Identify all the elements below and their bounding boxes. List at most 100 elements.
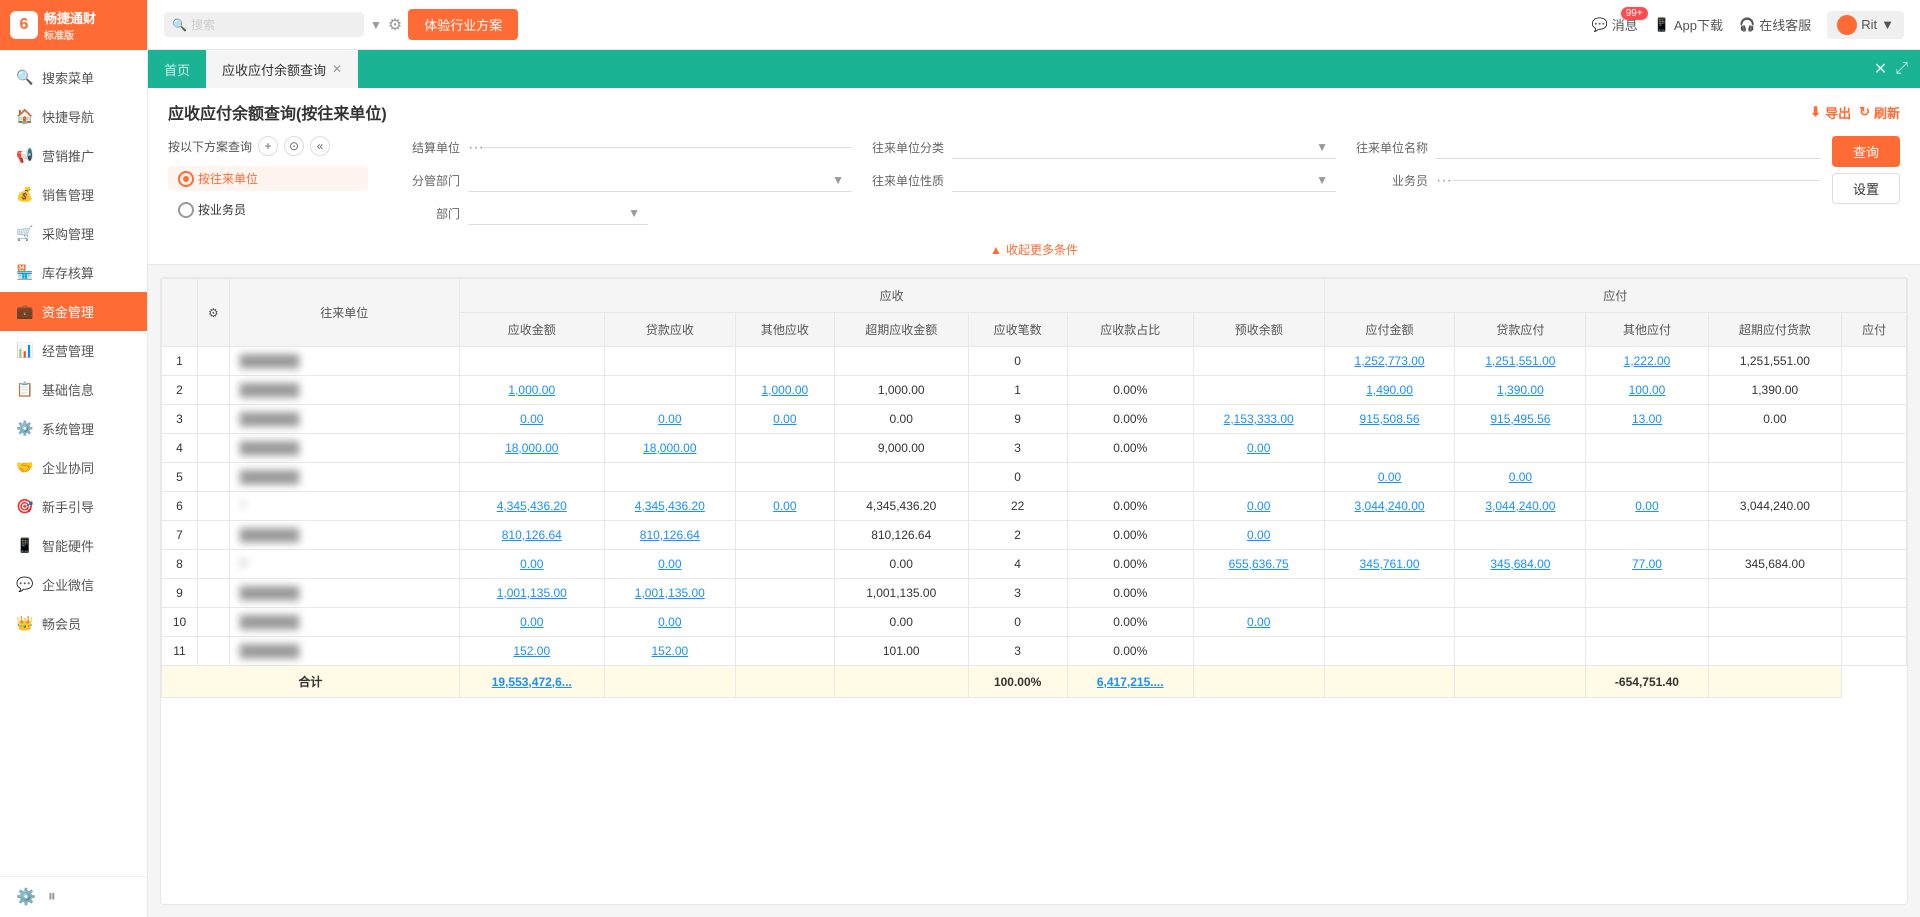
export-btn[interactable]: ⬇ 导出 <box>1810 103 1851 122</box>
sidebar-item-finance[interactable]: 💼 资金管理 <box>0 292 147 331</box>
row-settings <box>198 376 230 405</box>
row-settings <box>198 521 230 550</box>
unit-name-input[interactable] <box>1436 136 1820 159</box>
table-row: 7███████810,126.64810,126.64810,126.6420… <box>162 521 1907 550</box>
table-row: 4███████18,000.0018,000.009,000.0030.00%… <box>162 434 1907 463</box>
unit-category-select[interactable]: ▼ <box>952 136 1336 159</box>
table-row: 2███████1,000.001,000.001,000.0010.00%1,… <box>162 376 1907 405</box>
wechat-icon: 💬 <box>16 576 34 594</box>
radio-unit-icon <box>178 171 194 187</box>
filter-by-unit[interactable]: 按往来单位 <box>168 166 368 191</box>
hardware-icon: 📱 <box>16 537 34 555</box>
table-row: 8P0.000.000.0040.00%655,636.75345,761.00… <box>162 550 1907 579</box>
th-pay-loan: 贷款应付 <box>1455 313 1586 347</box>
collapse-more-btn[interactable]: ▲ 收起更多条件 <box>168 235 1900 264</box>
settlement-unit-picker[interactable]: ··· <box>468 139 484 157</box>
notification-badge: 99+ <box>1621 7 1648 20</box>
filter-unit-nature: 往来单位性质 ▼ <box>872 169 1336 192</box>
app-download-btn[interactable]: 📱 App下载 <box>1654 15 1723 34</box>
demo-btn[interactable]: 体验行业方案 <box>408 9 518 40</box>
table-row: 3███████0.000.000.000.0090.00%2,153,333.… <box>162 405 1907 434</box>
th-settings[interactable]: ⚙ <box>198 279 230 347</box>
topbar-settings-icon[interactable]: ⚙ <box>388 15 402 35</box>
filter-label: 按以下方案查询 <box>168 138 252 155</box>
filter-schema-btn[interactable]: ⊙ <box>284 136 304 156</box>
filter-dept-managed: 分管部门 ▼ <box>388 169 852 192</box>
sidebar-collapse-icon[interactable]: ⏸ <box>48 888 56 906</box>
filter-settlement-unit: 结算单位 ··· <box>388 136 852 159</box>
sidebar-item-vip[interactable]: 👑 畅会员 <box>0 604 147 643</box>
filter-department: 部门 ▼ <box>388 202 852 225</box>
th-recv-count: 应收笔数 <box>968 313 1067 347</box>
sidebar-item-marketing[interactable]: 📢 营销推广 <box>0 136 147 175</box>
tab-home[interactable]: 首页 <box>148 50 206 88</box>
footer-recv-advance: 6,417,215.... <box>1067 666 1193 698</box>
th-recv-overdue: 超期应收金额 <box>834 313 968 347</box>
footer-pay-overdue: -654,751.40 <box>1586 666 1708 698</box>
system-icon: ⚙️ <box>16 420 34 438</box>
sidebar-item-purchase[interactable]: 🛒 采购管理 <box>0 214 147 253</box>
search-bar[interactable]: 🔍 搜索 <box>164 12 364 37</box>
user-avatar <box>1837 15 1857 35</box>
sidebar-item-hardware[interactable]: 📱 智能硬件 <box>0 526 147 565</box>
user-info[interactable]: Rit ▼ <box>1827 11 1904 39</box>
row-company: ███████ <box>229 579 459 608</box>
filter-collapse-btn[interactable]: « <box>310 136 330 156</box>
settings-btn[interactable]: 设置 <box>1832 173 1900 204</box>
row-settings <box>198 492 230 521</box>
tab-query[interactable]: 应收应付余额查询 ✕ <box>206 50 358 88</box>
sidebar-settings-icon[interactable]: ⚙️ <box>16 887 36 907</box>
notification-btn[interactable]: 💬 消息 99+ <box>1592 15 1638 34</box>
row-company: ███████ <box>229 405 459 434</box>
tab-close-btn[interactable]: ✕ <box>332 62 342 76</box>
home-icon: 🏠 <box>16 108 34 126</box>
th-pay-col: 应付 <box>1842 313 1907 347</box>
export-icon: ⬇ <box>1810 104 1821 120</box>
sales-icon: 💰 <box>16 186 34 204</box>
th-receivable-group: 应收 <box>459 279 1324 313</box>
sidebar-item-sales[interactable]: 💰 销售管理 <box>0 175 147 214</box>
th-index <box>162 279 198 347</box>
table-row: 9███████1,001,135.001,001,135.001,001,13… <box>162 579 1907 608</box>
sidebar-item-inventory[interactable]: 🏪 库存核算 <box>0 253 147 292</box>
row-company: ███████ <box>229 608 459 637</box>
sidebar-item-collab[interactable]: 🤝 企业协同 <box>0 448 147 487</box>
filter-by-staff[interactable]: 按业务员 <box>168 197 368 222</box>
unit-nature-select[interactable]: ▼ <box>952 169 1336 192</box>
th-pay-other: 其他应付 <box>1586 313 1708 347</box>
sidebar-item-system[interactable]: ⚙️ 系统管理 <box>0 409 147 448</box>
salesperson-picker[interactable]: ··· <box>1436 172 1452 190</box>
search-icon: 🔍 <box>16 69 34 87</box>
footer-recv-total: 19,553,472,6... <box>459 666 604 698</box>
th-recv-other: 其他应收 <box>735 313 834 347</box>
filter-add-btn[interactable]: + <box>258 136 278 156</box>
th-pay-amount: 应付金额 <box>1324 313 1455 347</box>
row-settings <box>198 550 230 579</box>
app-download-icon: 📱 <box>1654 17 1670 33</box>
sidebar-item-management[interactable]: 📊 经营管理 <box>0 331 147 370</box>
sidebar-item-wechat[interactable]: 💬 企业微信 <box>0 565 147 604</box>
online-service-btn[interactable]: 🎧 在线客服 <box>1739 15 1811 34</box>
tab-expand-icon[interactable]: ⤢ <box>1895 60 1908 78</box>
table-settings-icon[interactable]: ⚙ <box>208 306 219 320</box>
service-icon: 🎧 <box>1739 17 1755 33</box>
topbar-dropdown-icon[interactable]: ▼ <box>370 18 382 32</box>
footer-recv-ratio: 100.00% <box>968 666 1067 698</box>
department-select[interactable]: ▼ <box>468 202 648 225</box>
sidebar-item-nav[interactable]: 🏠 快捷导航 <box>0 97 147 136</box>
row-settings <box>198 637 230 666</box>
logo-title: 畅捷通财 <box>44 8 96 27</box>
query-btn[interactable]: 查询 <box>1832 136 1900 167</box>
tab-close-all-icon[interactable]: ✕ <box>1874 59 1887 79</box>
sidebar-item-search[interactable]: 🔍 搜索菜单 <box>0 58 147 97</box>
th-recv-ratio: 应收款占比 <box>1067 313 1193 347</box>
sidebar-item-guide[interactable]: 🎯 新手引导 <box>0 487 147 526</box>
row-company: ███████ <box>229 637 459 666</box>
refresh-btn[interactable]: ↻ 刷新 <box>1859 103 1900 122</box>
dept-managed-select[interactable]: ▼ <box>468 169 852 192</box>
table-row: 1███████01,252,773.001,251,551.001,222.0… <box>162 347 1907 376</box>
filter-unit-category: 往来单位分类 ▼ <box>872 136 1336 159</box>
marketing-icon: 📢 <box>16 147 34 165</box>
topbar-search-icon: 🔍 <box>172 18 187 32</box>
sidebar-item-basic[interactable]: 📋 基础信息 <box>0 370 147 409</box>
